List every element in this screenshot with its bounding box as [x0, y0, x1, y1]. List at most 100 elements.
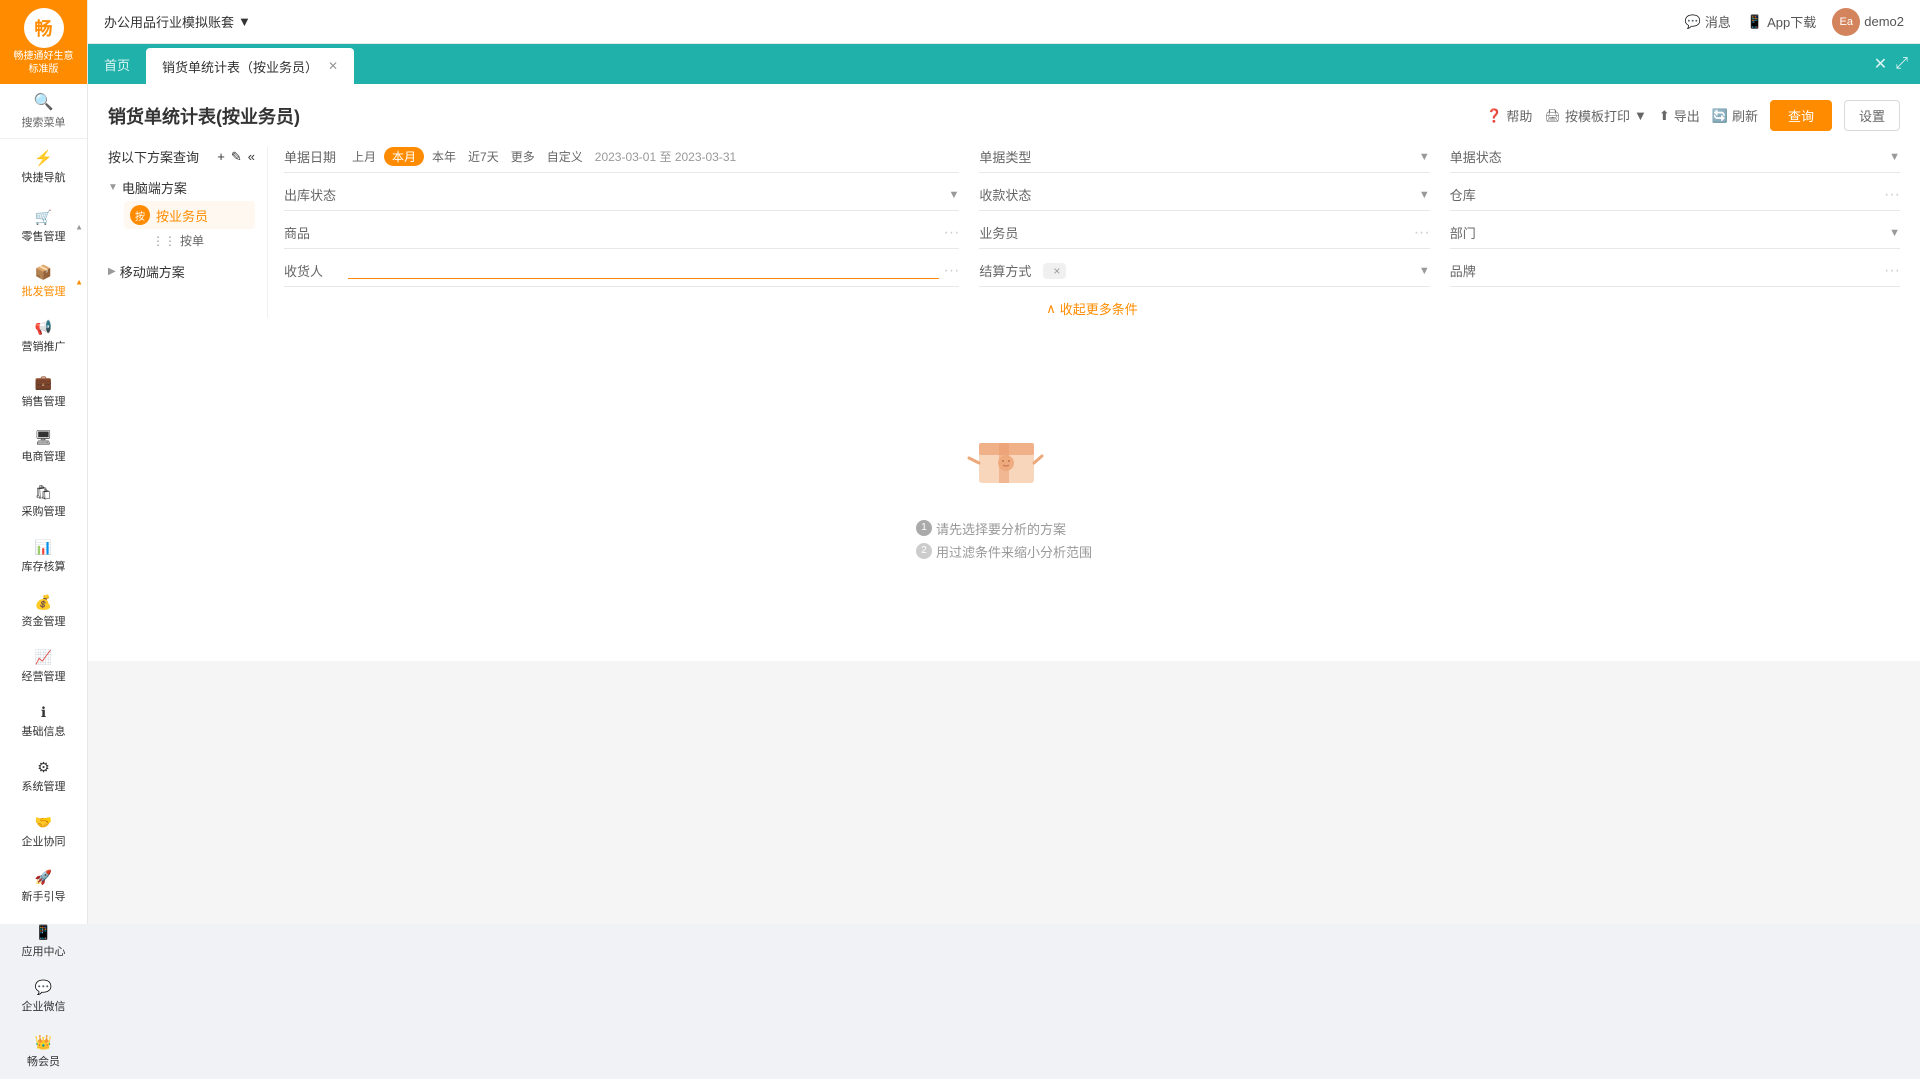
sidebar-item-ecom[interactable]: 🖥 电商管理 [0, 419, 87, 474]
date-btn-custom[interactable]: 自定义 [543, 147, 587, 166]
tab-sales-stat-label: 销货单统计表（按业务员） [162, 57, 318, 76]
help-label: 帮助 [1506, 106, 1532, 125]
scheme-salesperson-label: 按业务员 [156, 206, 208, 225]
sidebar-item-purchase[interactable]: 🛍 采购管理 [0, 474, 87, 529]
warehouse-dots-icon[interactable]: ··· [1884, 186, 1900, 204]
tree-mobile-group[interactable]: ▶ 移动端方案 [108, 258, 255, 285]
user-profile[interactable]: Ea demo2 [1832, 8, 1904, 36]
collapse-button[interactable]: ∧ 收起更多条件 [284, 299, 1900, 318]
export-label: 导出 [1674, 106, 1700, 125]
filter-goods[interactable]: 商品 ··· [284, 223, 959, 249]
goods-input[interactable] [348, 225, 939, 240]
help-icon: ❓ [1486, 108, 1502, 124]
filter-salesperson[interactable]: 业务员 ··· [979, 223, 1429, 249]
pay-status-arrow-icon: ▼ [1419, 189, 1430, 201]
help-button[interactable]: ❓ 帮助 [1486, 106, 1532, 125]
date-btn-this-year[interactable]: 本年 [428, 147, 460, 166]
salesperson-dots-icon[interactable]: ··· [1414, 224, 1430, 242]
sidebar-item-system[interactable]: ⚙ 系统管理 [0, 749, 87, 804]
refresh-label: 刷新 [1732, 106, 1758, 125]
date-btn-last-month[interactable]: 上月 [348, 147, 380, 166]
sidebar-item-marketing[interactable]: 📢 营销推广 [0, 309, 87, 364]
payment-arrow-icon: ▼ [1419, 265, 1430, 277]
date-range-text: 2023-03-01 至 2023-03-31 [595, 148, 736, 165]
warehouse-select[interactable]: ··· [1514, 186, 1900, 204]
consignee-input[interactable] [348, 263, 939, 279]
brand-dots-icon[interactable]: ··· [1884, 262, 1900, 280]
message-button[interactable]: 💬 消息 [1685, 12, 1731, 31]
breadcrumb-dropdown[interactable]: 办公用品行业模拟账套 ▼ [104, 12, 251, 31]
topbar-breadcrumb-area: 办公用品行业模拟账套 ▼ [104, 12, 251, 31]
tab-expand-button[interactable]: ⤢ [1895, 55, 1908, 73]
tree-desktop-label: 电脑端方案 [122, 178, 187, 197]
scheme-by-order[interactable]: ⋮⋮ 按单 [152, 229, 255, 252]
tab-sales-stat[interactable]: 销货单统计表（按业务员） ✕ [146, 48, 354, 84]
tip-num-1: 1 [916, 520, 932, 536]
setting-button[interactable]: 设置 [1844, 100, 1900, 131]
filter-consignee[interactable]: 收货人 ··· [284, 261, 959, 287]
scheme-collapse-icon[interactable]: « [248, 149, 255, 165]
filter-dept[interactable]: 部门 ▼ [1450, 223, 1900, 249]
sidebar-item-quick-nav[interactable]: ⚡ 快捷导航 [0, 139, 87, 195]
goods-dots-icon[interactable]: ··· [943, 224, 959, 242]
content-area: 销货单统计表(按业务员) ❓ 帮助 🖨 按模板打印 ▼ ⬆ 导出 [88, 84, 1920, 924]
doc-type-select[interactable]: ▼ [1043, 151, 1429, 163]
goods-label: 商品 [284, 223, 340, 242]
sidebar-item-wholesale[interactable]: 📦 批发管理 ▲ [0, 254, 87, 309]
sidebar-item-app-center[interactable]: 📱 应用中心 [0, 914, 87, 969]
print-label: 按模板打印 [1565, 106, 1630, 125]
print-button[interactable]: 🖨 按模板打印 ▼ [1544, 106, 1646, 125]
sidebar-item-sales[interactable]: 💼 销售管理 [0, 364, 87, 419]
date-btn-7days[interactable]: 近7天 [464, 147, 503, 166]
sidebar-item-operation[interactable]: 📈 经营管理 [0, 639, 87, 694]
tab-home[interactable]: 首页 [88, 44, 146, 84]
sidebar-item-finance[interactable]: 💰 资金管理 [0, 584, 87, 639]
doc-status-select[interactable]: ▼ [1514, 151, 1900, 163]
scheme-by-salesperson[interactable]: 按 按业务员 [124, 201, 255, 229]
sidebar-item-wechat[interactable]: 💬 企业微信 [0, 969, 87, 1024]
sidebar-item-basic[interactable]: ℹ 基础信息 [0, 694, 87, 749]
brand-input[interactable] [1514, 263, 1880, 278]
pay-status-select[interactable]: ▼ [1043, 189, 1429, 201]
dept-select[interactable]: ▼ [1514, 227, 1900, 239]
sidebar-item-onboarding[interactable]: 🚀 新手引导 [0, 859, 87, 914]
scheme-tree: ▼ 电脑端方案 按 按业务员 ⋮⋮ 按单 [108, 174, 255, 285]
scheme-edit-icon[interactable]: ✎ [231, 149, 242, 165]
payment-select[interactable]: × ▼ [1043, 263, 1429, 279]
tab-close-all-button[interactable]: ✕ [1874, 54, 1887, 74]
tree-desktop-group[interactable]: ▼ 电脑端方案 [108, 174, 255, 201]
filter-payment[interactable]: 结算方式 × ▼ [979, 261, 1429, 287]
sidebar-item-member[interactable]: 👑 畅会员 [0, 1024, 87, 1079]
tree-desktop-children: 按 按业务员 ⋮⋮ 按单 [108, 201, 255, 252]
sidebar-item-retail[interactable]: 🛒 零售管理 ▲ [0, 199, 87, 254]
query-button[interactable]: 查询 [1770, 100, 1832, 131]
filter-row-1: 单据日期 上月 本月 本年 近7天 更多 自定义 2023-03-01 至 20… [284, 147, 1900, 173]
salesperson-input[interactable] [1043, 225, 1409, 240]
filter-brand[interactable]: 品牌 ··· [1450, 261, 1900, 287]
main-area: 办公用品行业模拟账套 ▼ 💬 消息 📱 App下载 Ea demo2 首页 [88, 0, 1920, 924]
date-btn-this-month[interactable]: 本月 [384, 147, 424, 166]
filter-pay-status[interactable]: 收款状态 ▼ [979, 185, 1429, 211]
filter-warehouse[interactable]: 仓库 ··· [1450, 185, 1900, 211]
app-logo[interactable]: 畅 畅捷通好生意 标准版 [0, 0, 87, 84]
filter-doc-status[interactable]: 单据状态 ▼ [1450, 147, 1900, 173]
filter-doc-type[interactable]: 单据类型 ▼ [979, 147, 1429, 173]
date-btn-more[interactable]: 更多 [507, 147, 539, 166]
refresh-button[interactable]: 🔄 刷新 [1712, 106, 1758, 125]
consignee-dots-icon[interactable]: ··· [943, 262, 959, 280]
tab-close-button[interactable]: ✕ [328, 59, 338, 73]
sidebar-item-inventory[interactable]: 📊 库存核算 [0, 529, 87, 584]
page-header: 销货单统计表(按业务员) ❓ 帮助 🖨 按模板打印 ▼ ⬆ 导出 [108, 100, 1900, 131]
payment-tag-close[interactable]: × [1053, 264, 1060, 278]
page-content: 销货单统计表(按业务员) ❓ 帮助 🖨 按模板打印 ▼ ⬆ 导出 [88, 84, 1920, 661]
tree-sub-items: ⋮⋮ 按单 [124, 229, 255, 252]
sidebar-item-enterprise[interactable]: 🤝 企业协同 [0, 804, 87, 859]
tabbar: 首页 销货单统计表（按业务员） ✕ ✕ ⤢ [88, 44, 1920, 84]
export-button[interactable]: ⬆ 导出 [1659, 106, 1700, 125]
empty-tip-2: 2 用过滤条件来缩小分析范围 [916, 541, 1092, 564]
scheme-add-icon[interactable]: + [217, 149, 225, 165]
ship-status-select[interactable]: ▼ [348, 189, 959, 201]
filter-ship-status[interactable]: 出库状态 ▼ [284, 185, 959, 211]
sidebar-item-search[interactable]: 🔍 搜索菜单 [0, 84, 87, 139]
app-download-button[interactable]: 📱 App下载 [1747, 12, 1816, 31]
